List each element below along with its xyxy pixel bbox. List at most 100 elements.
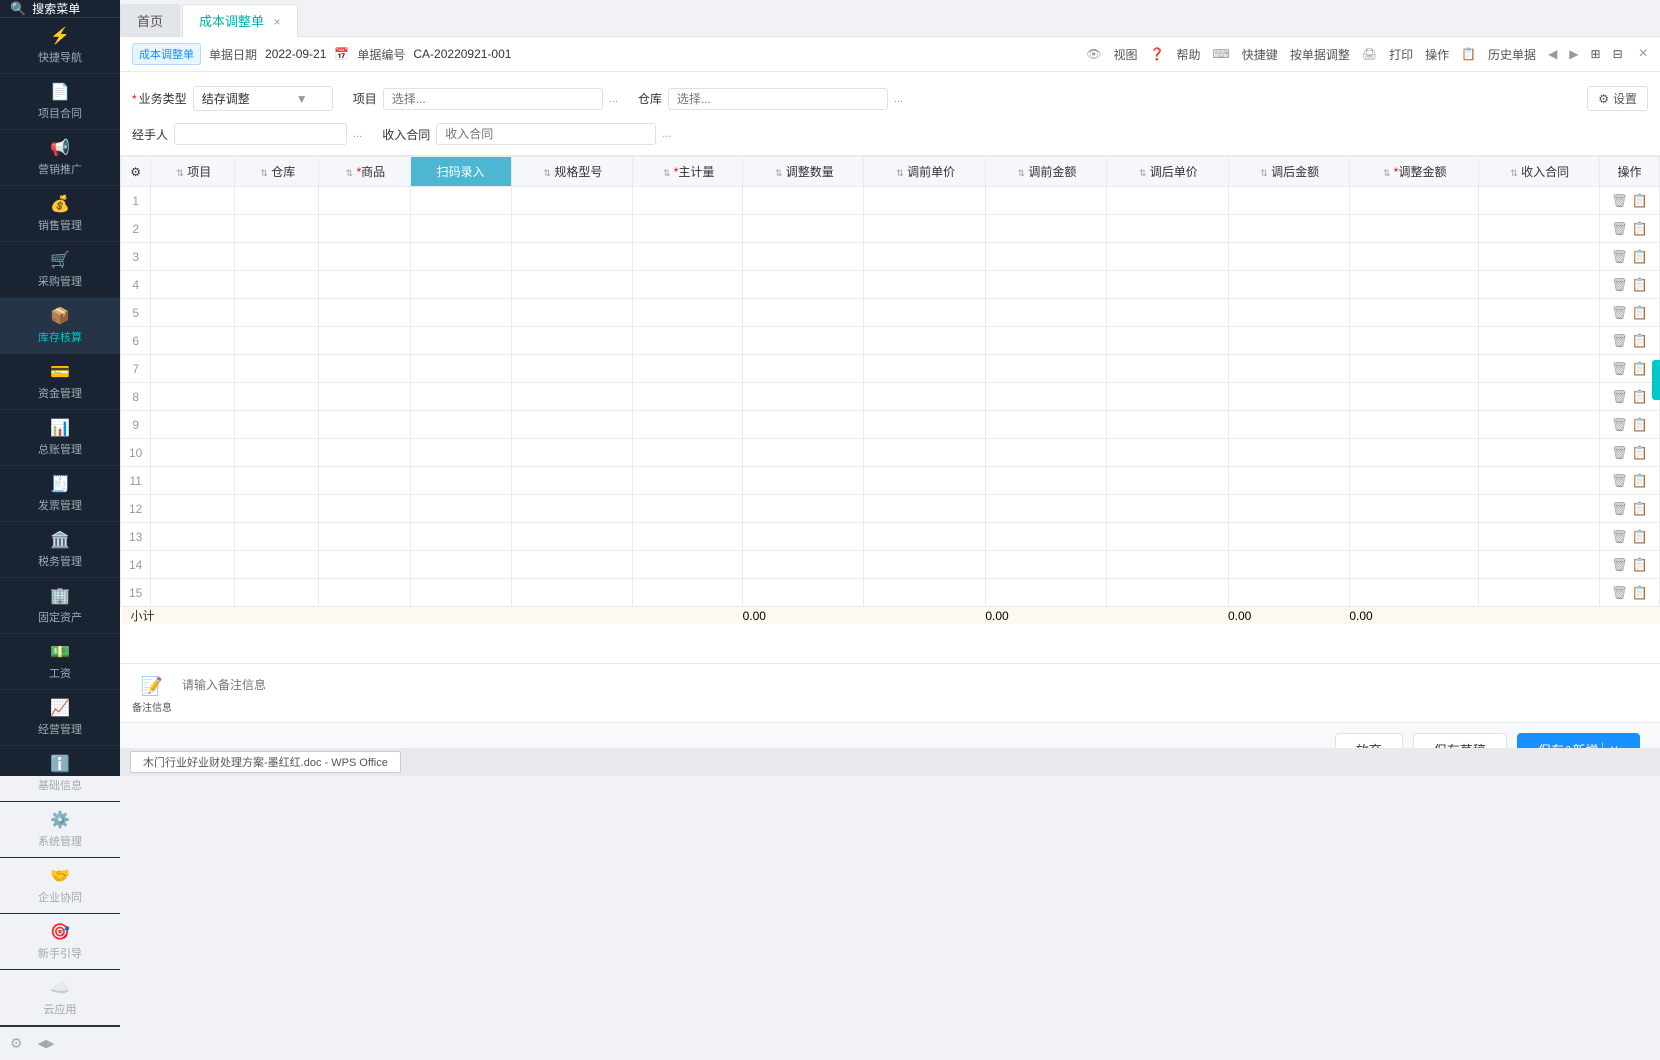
cell-spec[interactable] — [511, 271, 632, 299]
cell-unit[interactable] — [633, 355, 743, 383]
cell-product[interactable] — [319, 383, 410, 411]
cell-adjust-qty[interactable] — [743, 411, 864, 439]
cell-spec[interactable] — [511, 243, 632, 271]
row-copy-button[interactable]: 📋 — [1632, 277, 1648, 293]
cell-warehouse[interactable] — [235, 495, 319, 523]
cell-unit[interactable] — [633, 187, 743, 215]
row-copy-button[interactable]: 📋 — [1632, 333, 1648, 349]
row-copy-button[interactable]: 📋 — [1632, 305, 1648, 321]
cell-pre-unit-price[interactable] — [864, 271, 985, 299]
cell-income-contract[interactable] — [1478, 215, 1600, 243]
cell-post-unit-price[interactable] — [1107, 327, 1228, 355]
col-settings[interactable]: ⚙ — [121, 157, 151, 187]
cell-income-contract[interactable] — [1478, 523, 1600, 551]
cell-scan[interactable] — [410, 523, 511, 551]
cell-product[interactable] — [319, 495, 410, 523]
cell-unit[interactable] — [633, 439, 743, 467]
sidebar-item-funds[interactable]: 💳 资金管理 — [0, 354, 120, 410]
sidebar-item-fixed-assets[interactable]: 🏢 固定资产 — [0, 578, 120, 634]
cell-post-unit-price[interactable] — [1107, 411, 1228, 439]
cell-pre-amount[interactable] — [985, 187, 1106, 215]
tab-home[interactable]: 首页 — [120, 4, 180, 36]
cell-adjust-amount[interactable] — [1349, 467, 1478, 495]
cell-post-amount[interactable] — [1228, 495, 1349, 523]
sidebar-search-label[interactable]: 搜索菜单 — [32, 0, 80, 17]
cell-adjust-amount[interactable] — [1349, 411, 1478, 439]
cell-spec[interactable] — [511, 523, 632, 551]
cell-post-unit-price[interactable] — [1107, 551, 1228, 579]
cell-post-amount[interactable] — [1228, 579, 1349, 607]
expand-icon[interactable]: ⊞ — [1591, 47, 1601, 61]
cell-income-contract[interactable] — [1478, 467, 1600, 495]
cell-pre-amount[interactable] — [985, 299, 1106, 327]
cell-pre-unit-price[interactable] — [864, 187, 985, 215]
cell-post-unit-price[interactable] — [1107, 579, 1228, 607]
sidebar-item-basic-info[interactable]: ℹ️ 基础信息 — [0, 746, 120, 802]
cell-product[interactable] — [319, 271, 410, 299]
cell-post-unit-price[interactable] — [1107, 187, 1228, 215]
cell-pre-unit-price[interactable] — [864, 243, 985, 271]
cell-adjust-qty[interactable] — [743, 495, 864, 523]
cell-project[interactable] — [151, 551, 235, 579]
sidebar-item-purchase[interactable]: 🛒 采购管理 — [0, 242, 120, 298]
cell-adjust-qty[interactable] — [743, 551, 864, 579]
cell-pre-amount[interactable] — [985, 215, 1106, 243]
cell-post-unit-price[interactable] — [1107, 495, 1228, 523]
cell-adjust-qty[interactable] — [743, 299, 864, 327]
row-copy-button[interactable]: 📋 — [1632, 529, 1648, 545]
operation-label[interactable]: 操作 — [1425, 46, 1449, 63]
cell-spec[interactable] — [511, 495, 632, 523]
cell-post-amount[interactable] — [1228, 411, 1349, 439]
cell-scan[interactable] — [410, 551, 511, 579]
cell-scan[interactable] — [410, 187, 511, 215]
cell-post-unit-price[interactable] — [1107, 439, 1228, 467]
sidebar-item-project-contract[interactable]: 📄 项目合同 — [0, 74, 120, 130]
cell-spec[interactable] — [511, 467, 632, 495]
cell-pre-unit-price[interactable] — [864, 495, 985, 523]
income-contract-ellipsis[interactable]: ... — [662, 128, 671, 140]
cell-income-contract[interactable] — [1478, 383, 1600, 411]
cell-post-amount[interactable] — [1228, 299, 1349, 327]
cell-post-unit-price[interactable] — [1107, 243, 1228, 271]
cell-spec[interactable] — [511, 355, 632, 383]
warehouse-input[interactable] — [668, 88, 888, 110]
sidebar-item-quick-nav[interactable]: ⚡ 快捷导航 — [0, 18, 120, 74]
sidebar-item-system[interactable]: ⚙️ 系统管理 — [0, 802, 120, 858]
cell-scan[interactable] — [410, 579, 511, 607]
cell-unit[interactable] — [633, 551, 743, 579]
cell-pre-amount[interactable] — [985, 411, 1106, 439]
cell-warehouse[interactable] — [235, 439, 319, 467]
cell-product[interactable] — [319, 215, 410, 243]
row-copy-button[interactable]: 📋 — [1632, 361, 1648, 377]
cell-pre-unit-price[interactable] — [864, 551, 985, 579]
cell-unit[interactable] — [633, 243, 743, 271]
cell-income-contract[interactable] — [1478, 551, 1600, 579]
cell-pre-unit-price[interactable] — [864, 579, 985, 607]
sidebar-item-inventory[interactable]: 📦 库存核算 — [0, 298, 120, 354]
cell-pre-amount[interactable] — [985, 579, 1106, 607]
cell-unit[interactable] — [633, 523, 743, 551]
cell-unit[interactable] — [633, 467, 743, 495]
sidebar-item-sales[interactable]: 💰 销售管理 — [0, 186, 120, 242]
cell-income-contract[interactable] — [1478, 243, 1600, 271]
sidebar-item-enterprise[interactable]: 🤝 企业协同 — [0, 858, 120, 914]
cell-pre-amount[interactable] — [985, 383, 1106, 411]
cell-spec[interactable] — [511, 439, 632, 467]
row-copy-button[interactable]: 📋 — [1632, 473, 1648, 489]
cell-adjust-amount[interactable] — [1349, 439, 1478, 467]
cell-project[interactable] — [151, 411, 235, 439]
cell-unit[interactable] — [633, 215, 743, 243]
cell-unit[interactable] — [633, 327, 743, 355]
cell-pre-amount[interactable] — [985, 467, 1106, 495]
sidebar-item-guide[interactable]: 🎯 新手引导 — [0, 914, 120, 970]
cell-unit[interactable] — [633, 579, 743, 607]
row-copy-button[interactable]: 📋 — [1632, 585, 1648, 601]
row-delete-button[interactable]: 🗑 — [1611, 221, 1628, 237]
cell-project[interactable] — [151, 439, 235, 467]
row-copy-button[interactable]: 📋 — [1632, 389, 1648, 405]
cell-income-contract[interactable] — [1478, 579, 1600, 607]
cell-income-contract[interactable] — [1478, 299, 1600, 327]
cell-warehouse[interactable] — [235, 467, 319, 495]
cell-warehouse[interactable] — [235, 355, 319, 383]
sidebar-item-business[interactable]: 📈 经营管理 — [0, 690, 120, 746]
